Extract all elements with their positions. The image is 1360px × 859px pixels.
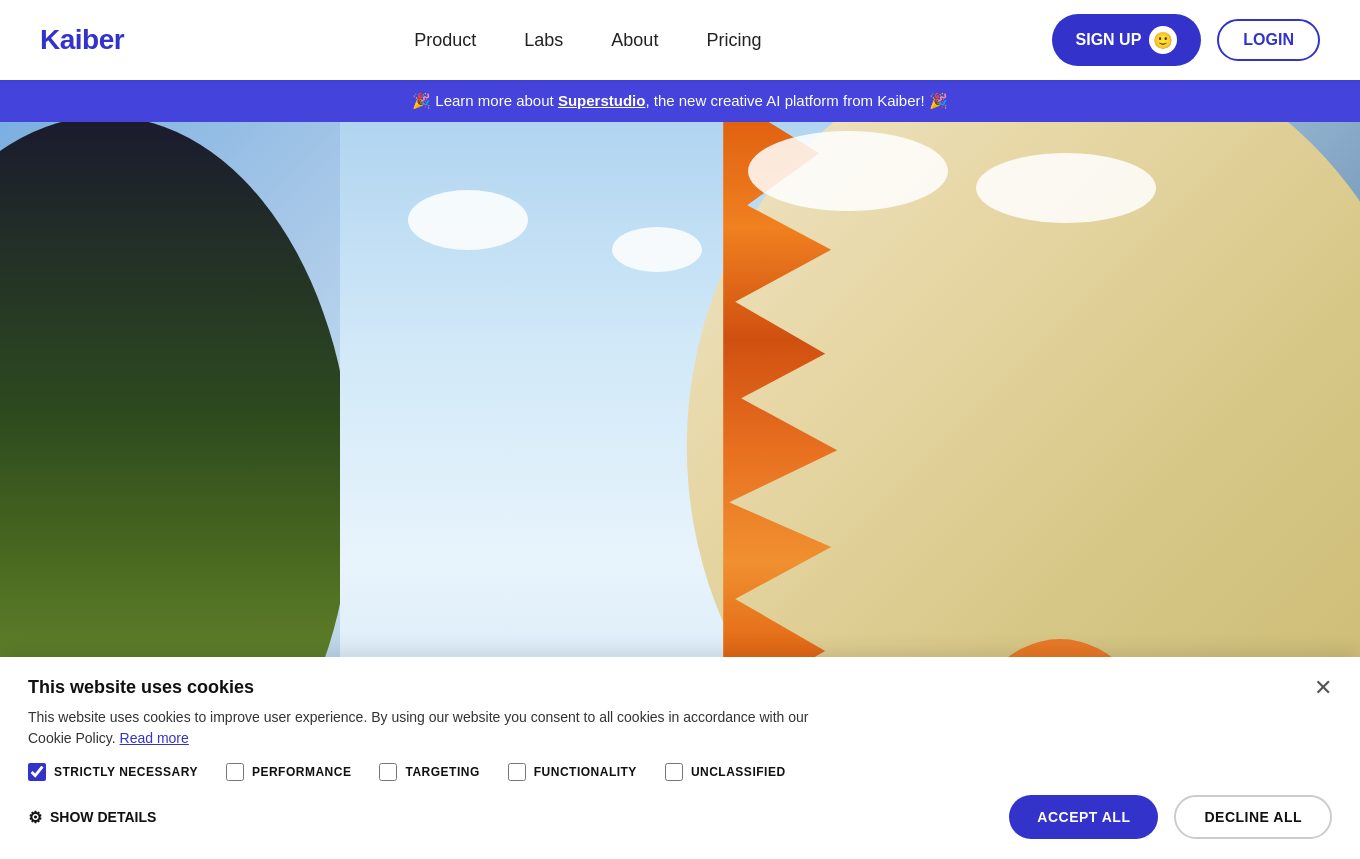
signup-label: SIGN UP bbox=[1076, 31, 1142, 49]
banner-suffix: , the new creative AI platform from Kaib… bbox=[645, 92, 947, 109]
cookie-close-button[interactable]: ✕ bbox=[1314, 677, 1332, 699]
cloud-2 bbox=[976, 153, 1156, 223]
cookie-title: This website uses cookies bbox=[28, 677, 254, 698]
nav-pricing[interactable]: Pricing bbox=[706, 30, 761, 50]
login-button[interactable]: LOGIN bbox=[1217, 19, 1320, 61]
nav-product[interactable]: Product bbox=[414, 30, 476, 50]
decline-all-button[interactable]: DECLINE ALL bbox=[1174, 795, 1332, 839]
cloud-4 bbox=[748, 131, 948, 211]
cookie-banner: This website uses cookies ✕ This website… bbox=[0, 657, 1360, 859]
announcement-banner: 🎉 Learn more about Superstudio, the new … bbox=[0, 80, 1360, 122]
checkbox-strictly-necessary[interactable]: STRICTLY NECESSARY bbox=[28, 763, 198, 781]
nav-about[interactable]: About bbox=[611, 30, 658, 50]
navbar: Kaiber Product Labs About Pricing SIGN U… bbox=[0, 0, 1360, 80]
cookie-action-buttons: ACCEPT ALL DECLINE ALL bbox=[1009, 795, 1332, 839]
superstudio-link[interactable]: Superstudio bbox=[558, 92, 646, 109]
checkbox-performance[interactable]: PERFORMANCE bbox=[226, 763, 352, 781]
signup-button[interactable]: SIGN UP 🙂 bbox=[1052, 14, 1202, 66]
cookie-footer: ⚙ SHOW DETAILS ACCEPT ALL DECLINE ALL bbox=[28, 795, 1332, 839]
gear-icon: ⚙ bbox=[28, 808, 42, 827]
show-details-label: SHOW DETAILS bbox=[50, 809, 156, 825]
nav-labs[interactable]: Labs bbox=[524, 30, 563, 50]
brand-logo[interactable]: Kaiber bbox=[40, 24, 124, 56]
read-more-link[interactable]: Read more bbox=[120, 730, 189, 746]
show-details-button[interactable]: ⚙ SHOW DETAILS bbox=[28, 808, 156, 827]
smiley-icon: 🙂 bbox=[1149, 26, 1177, 54]
checkbox-unclassified[interactable]: UNCLASSIFIED bbox=[665, 763, 786, 781]
cloud-1 bbox=[408, 190, 528, 250]
cookie-description: This website uses cookies to improve use… bbox=[28, 707, 828, 749]
checkbox-targeting[interactable]: TARGETING bbox=[379, 763, 479, 781]
banner-prefix: 🎉 Learn more about bbox=[412, 92, 558, 109]
cookie-checkboxes: STRICTLY NECESSARY PERFORMANCE TARGETING… bbox=[28, 763, 1332, 781]
accept-all-button[interactable]: ACCEPT ALL bbox=[1009, 795, 1158, 839]
nav-actions: SIGN UP 🙂 LOGIN bbox=[1052, 14, 1320, 66]
nav-links: Product Labs About Pricing bbox=[414, 30, 761, 51]
cookie-header: This website uses cookies ✕ bbox=[28, 677, 1332, 699]
checkbox-functionality[interactable]: FUNCTIONALITY bbox=[508, 763, 637, 781]
